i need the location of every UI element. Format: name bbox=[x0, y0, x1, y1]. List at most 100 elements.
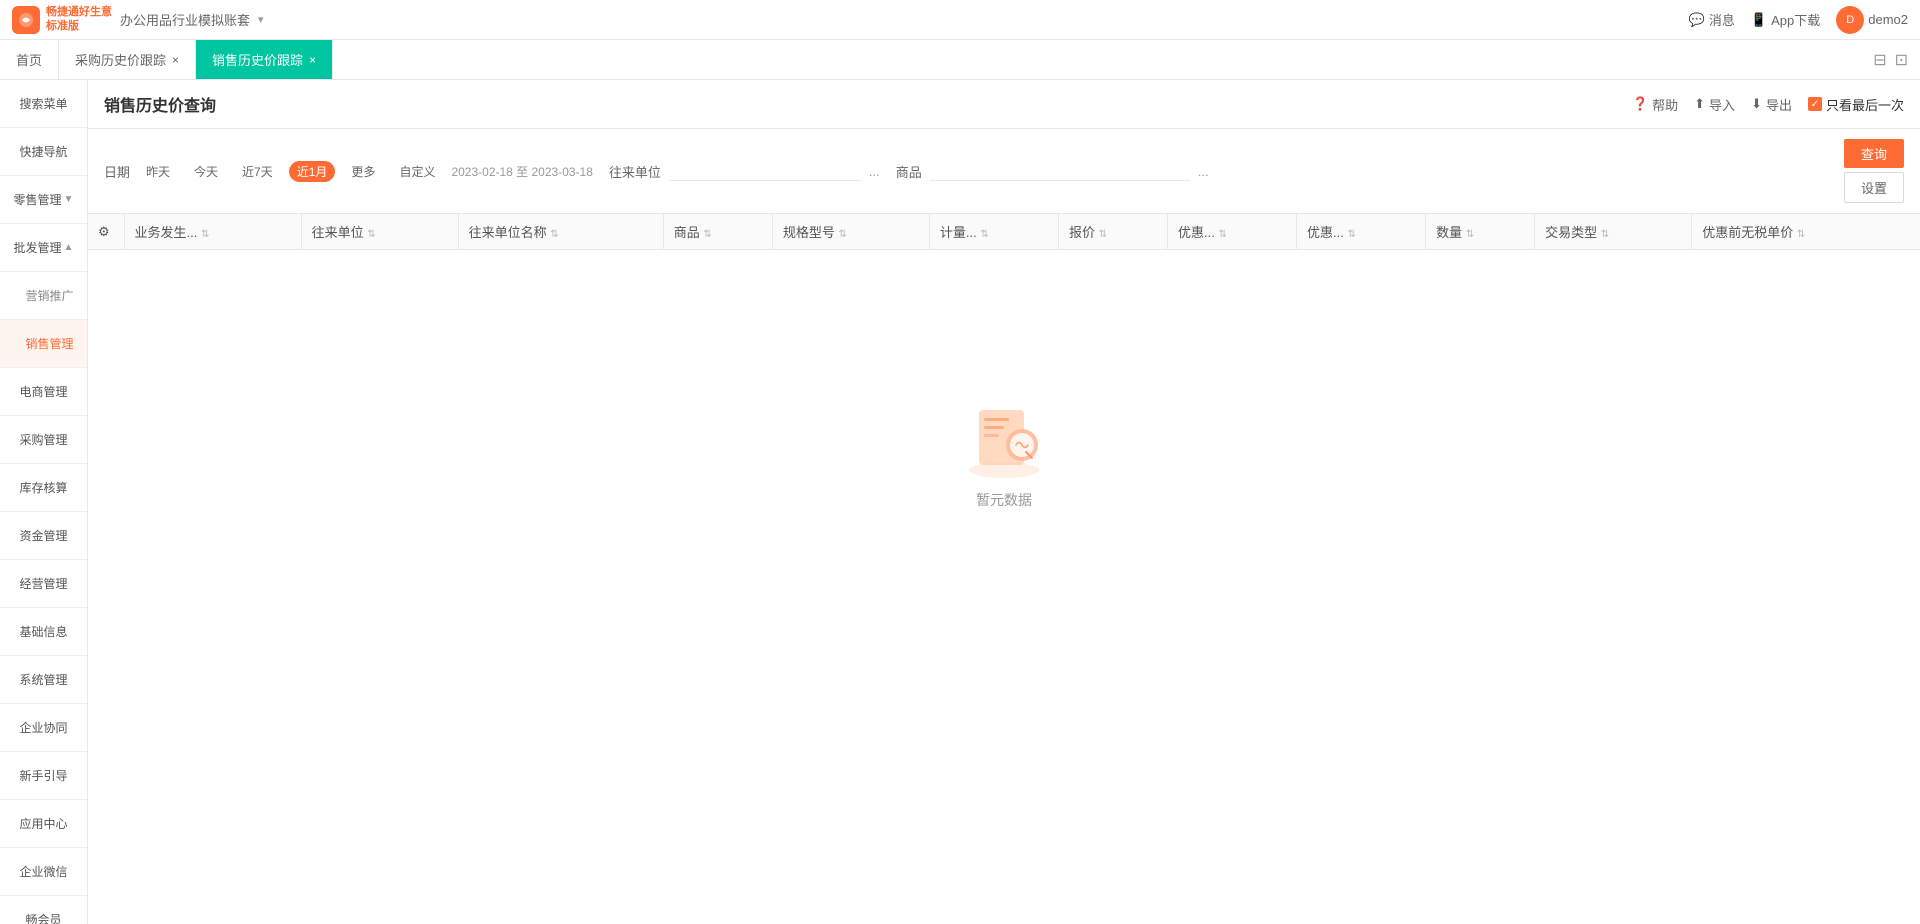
tab-bar: 首页 采购历史价跟踪 × 销售历史价跟踪 × ⊟ ⊡ bbox=[0, 40, 1920, 80]
user-profile-button[interactable]: D demo2 bbox=[1836, 6, 1908, 34]
sidebar-app-center-label: 应用中心 bbox=[19, 815, 67, 832]
sidebar-enterprise-wechat-label: 企业微信 bbox=[19, 863, 67, 880]
message-label: 消息 bbox=[1709, 10, 1735, 29]
sidebar-item-sales-mgmt[interactable]: 销售管理 bbox=[0, 320, 87, 368]
sidebar-item-enterprise-wechat[interactable]: 企业微信 bbox=[0, 848, 87, 896]
tab-maximize-icon[interactable]: ⊡ bbox=[1895, 50, 1908, 70]
goods-dots-button[interactable]: ... bbox=[1198, 164, 1209, 179]
col-goods-sort[interactable]: ⇅ bbox=[703, 229, 711, 240]
sidebar-item-inventory[interactable]: 库存核算 bbox=[0, 464, 87, 512]
goods-input[interactable] bbox=[930, 161, 1190, 181]
partner-filter-group: 往来单位 ... bbox=[609, 161, 880, 181]
partner-dots-button[interactable]: ... bbox=[869, 164, 880, 179]
col-partner-id-sort[interactable]: ⇅ bbox=[367, 229, 375, 240]
col-unit-sort[interactable]: ⇅ bbox=[980, 229, 988, 240]
tab-sales-history-close[interactable]: × bbox=[309, 53, 316, 67]
tab-purchase-history-close[interactable]: × bbox=[172, 53, 179, 67]
partner-input[interactable] bbox=[669, 161, 861, 181]
col-goods-label: 商品 bbox=[674, 225, 700, 240]
col-spec: 规格型号 ⇅ bbox=[772, 214, 929, 250]
col-spec-sort[interactable]: ⇅ bbox=[838, 229, 846, 240]
col-biz-date-label: 业务发生... bbox=[135, 225, 198, 240]
col-discount2-label: 优惠... bbox=[1307, 225, 1344, 240]
top-bar-right: 💬 消息 📱 App下载 D demo2 bbox=[1689, 6, 1908, 34]
user-avatar: D bbox=[1836, 6, 1864, 34]
sidebar-item-member[interactable]: 畅会员 bbox=[0, 896, 87, 924]
sidebar-item-ecommerce-mgmt[interactable]: 电商管理 bbox=[0, 368, 87, 416]
date-btn-more[interactable]: 更多 bbox=[343, 161, 383, 182]
col-trade-type-sort[interactable]: ⇅ bbox=[1601, 229, 1609, 240]
date-btn-1month[interactable]: 近1月 bbox=[289, 161, 336, 182]
sidebar-item-quick-nav[interactable]: 快捷导航 bbox=[0, 128, 87, 176]
empty-illustration bbox=[954, 390, 1054, 490]
sidebar-item-system-mgmt[interactable]: 系统管理 bbox=[0, 656, 87, 704]
sidebar-item-finance-mgmt[interactable]: 资金管理 bbox=[0, 512, 87, 560]
sidebar-wholesale-mgmt-label: 批发管理 bbox=[14, 239, 62, 256]
sidebar-item-search-menu[interactable]: 搜索菜单 bbox=[0, 80, 87, 128]
sidebar-item-wholesale-mgmt[interactable]: 批发管理 ▲ bbox=[0, 224, 87, 272]
tab-purchase-history[interactable]: 采购历史价跟踪 × bbox=[59, 40, 196, 80]
sidebar-ecommerce-mgmt-label: 电商管理 bbox=[19, 383, 67, 400]
sidebar-member-label: 畅会员 bbox=[25, 911, 61, 924]
sidebar-item-basic-info[interactable]: 基础信息 bbox=[0, 608, 87, 656]
import-label: 导入 bbox=[1709, 95, 1735, 114]
col-quoted-price-sort[interactable]: ⇅ bbox=[1099, 229, 1107, 240]
app-download-button[interactable]: 📱 App下载 bbox=[1751, 10, 1820, 29]
date-btn-custom[interactable]: 自定义 bbox=[391, 161, 443, 182]
col-discount2-sort[interactable]: ⇅ bbox=[1348, 229, 1356, 240]
sidebar-item-retail-mgmt[interactable]: 零售管理 ▼ bbox=[0, 176, 87, 224]
top-bar-left: 畅捷通好生意 标准版 办公用品行业模拟账套 ▾ bbox=[12, 6, 264, 34]
col-quantity-sort[interactable]: ⇅ bbox=[1466, 229, 1474, 240]
date-btn-7days[interactable]: 近7天 bbox=[234, 161, 281, 182]
table-header-row: ⚙ 业务发生... ⇅ 往来单位 ⇅ 往来单位名称 ⇅ bbox=[88, 214, 1920, 250]
sidebar-system-mgmt-label: 系统管理 bbox=[19, 671, 67, 688]
content-area: 销售历史价查询 ❓ 帮助 ⬆ 导入 ⬇ 导出 ✓ 只看最后一次 bbox=[88, 80, 1920, 924]
col-partner-id-label: 往来单位 bbox=[312, 225, 364, 240]
col-biz-date-sort[interactable]: ⇅ bbox=[201, 229, 209, 240]
settings-button[interactable]: 设置 bbox=[1844, 172, 1904, 203]
only-last-label: 只看最后一次 bbox=[1826, 95, 1904, 114]
query-button[interactable]: 查询 bbox=[1844, 139, 1904, 168]
tab-sales-history[interactable]: 销售历史价跟踪 × bbox=[196, 40, 333, 80]
col-pre-tax-price-sort[interactable]: ⇅ bbox=[1797, 229, 1805, 240]
import-button[interactable]: ⬆ 导入 bbox=[1694, 95, 1735, 114]
settings-gear-icon[interactable]: ⚙ bbox=[98, 224, 110, 239]
message-button[interactable]: 💬 消息 bbox=[1689, 10, 1735, 29]
sidebar-item-business-mgmt[interactable]: 经营管理 bbox=[0, 560, 87, 608]
col-discount1-sort[interactable]: ⇅ bbox=[1218, 229, 1226, 240]
date-btn-today[interactable]: 今天 bbox=[186, 161, 226, 182]
sidebar-retail-mgmt-arrow: ▼ bbox=[64, 194, 74, 205]
sidebar-item-purchase-mgmt[interactable]: 采购管理 bbox=[0, 416, 87, 464]
sidebar-item-new-guide[interactable]: 新手引导 bbox=[0, 752, 87, 800]
date-filter-group: 日期 昨天 今天 近7天 近1月 更多 自定义 2023-02-18 至 202… bbox=[104, 161, 593, 182]
sidebar-finance-mgmt-label: 资金管理 bbox=[19, 527, 67, 544]
only-last-checkbox[interactable]: ✓ 只看最后一次 bbox=[1808, 95, 1904, 114]
col-pre-tax-price-label: 优惠前无税单价 bbox=[1702, 225, 1793, 240]
sidebar-item-app-center[interactable]: 应用中心 bbox=[0, 800, 87, 848]
tab-minimize-icon[interactable]: ⊟ bbox=[1873, 50, 1886, 70]
tab-home-label: 首页 bbox=[16, 50, 42, 69]
export-button[interactable]: ⬇ 导出 bbox=[1751, 95, 1792, 114]
help-button[interactable]: ❓ 帮助 bbox=[1632, 95, 1678, 114]
col-quoted-price: 报价 ⇅ bbox=[1058, 214, 1167, 250]
tab-sales-history-label: 销售历史价跟踪 bbox=[212, 50, 303, 69]
sidebar-item-marketing[interactable]: 营销推广 bbox=[0, 272, 87, 320]
col-biz-date: 业务发生... ⇅ bbox=[124, 214, 301, 250]
page-title: 销售历史价查询 bbox=[104, 92, 216, 116]
title-dropdown-icon[interactable]: ▾ bbox=[258, 13, 264, 26]
tab-home[interactable]: 首页 bbox=[0, 40, 59, 80]
date-label: 日期 bbox=[104, 162, 130, 181]
col-partner-id: 往来单位 ⇅ bbox=[301, 214, 458, 250]
checkbox-checked-icon: ✓ bbox=[1808, 97, 1822, 111]
top-bar: 畅捷通好生意 标准版 办公用品行业模拟账套 ▾ 💬 消息 📱 App下载 D d… bbox=[0, 0, 1920, 40]
col-discount1-label: 优惠... bbox=[1178, 225, 1215, 240]
date-btn-yesterday[interactable]: 昨天 bbox=[138, 161, 178, 182]
col-unit: 计量... ⇅ bbox=[929, 214, 1058, 250]
col-partner-name-label: 往来单位名称 bbox=[469, 225, 547, 240]
col-discount1: 优惠... ⇅ bbox=[1167, 214, 1296, 250]
col-partner-name-sort[interactable]: ⇅ bbox=[550, 229, 558, 240]
sidebar-item-enterprise-coop[interactable]: 企业协同 bbox=[0, 704, 87, 752]
sidebar-wholesale-mgmt-arrow: ▲ bbox=[64, 242, 74, 253]
col-pre-tax-price: 优惠前无税单价 ⇅ bbox=[1692, 214, 1920, 250]
app-download-label: App下载 bbox=[1771, 10, 1820, 29]
